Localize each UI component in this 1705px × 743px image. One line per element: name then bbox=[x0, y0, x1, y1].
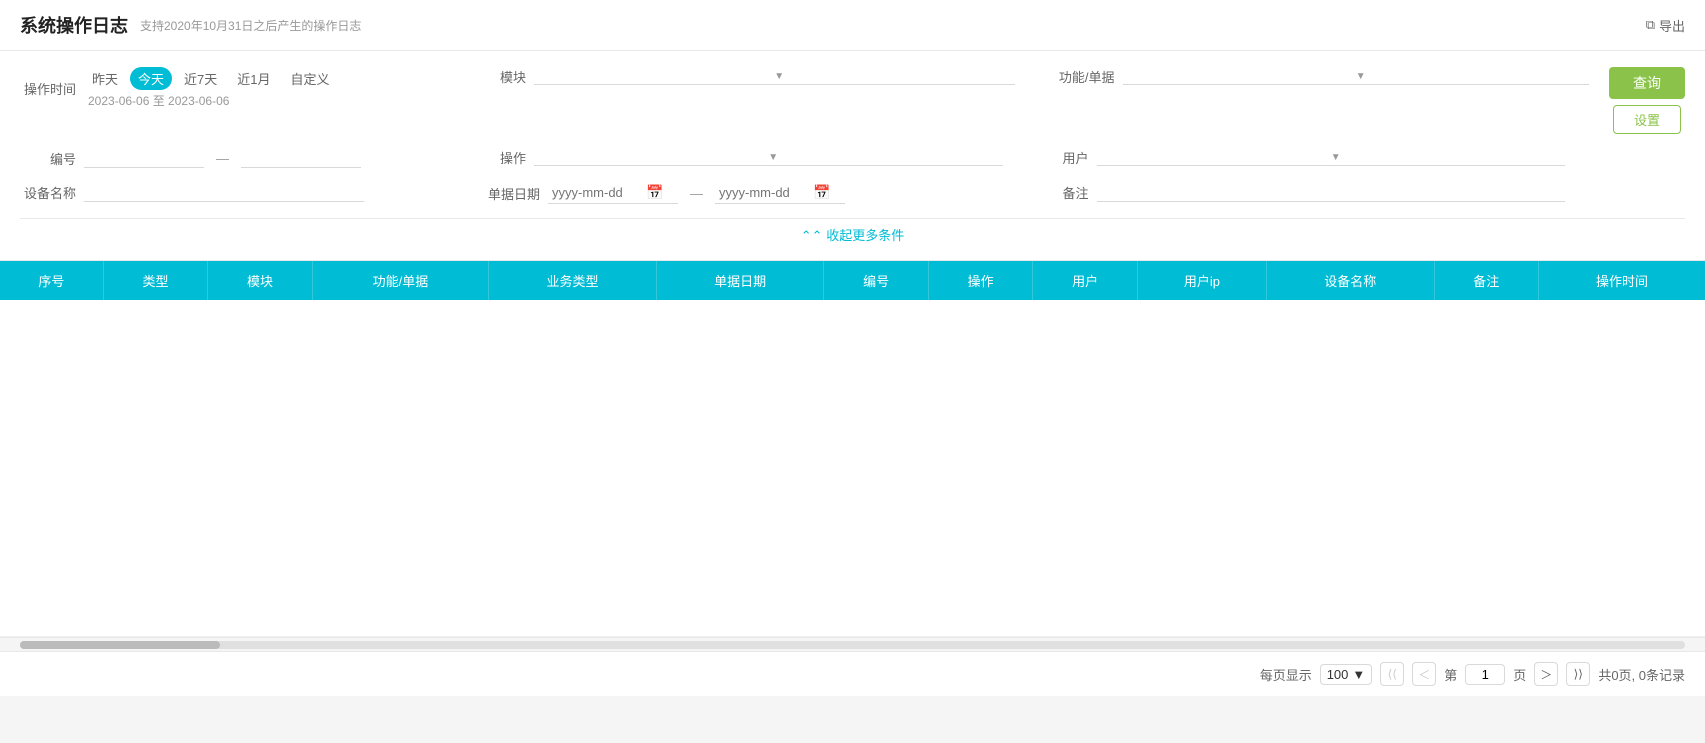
device-label: 设备名称 bbox=[20, 183, 76, 202]
empty-cell bbox=[0, 300, 1705, 637]
module-label: 模块 bbox=[470, 67, 526, 86]
voucher-date-label: 单据日期 bbox=[470, 184, 540, 203]
col-operation: 操作 bbox=[928, 261, 1032, 300]
time-btn-yesterday[interactable]: 昨天 bbox=[84, 67, 126, 90]
col-op-time: 操作时间 bbox=[1539, 261, 1705, 300]
function-label: 功能/单据 bbox=[1045, 67, 1115, 86]
number-label: 编号 bbox=[20, 149, 76, 168]
page-size-value: 100 bbox=[1327, 667, 1349, 682]
operation-dropdown-icon: ▼ bbox=[768, 152, 998, 163]
voucher-date-start-wrap[interactable]: 📅 bbox=[548, 182, 678, 204]
user-dropdown-icon: ▼ bbox=[1331, 152, 1561, 163]
user-filter: 用户 ▼ bbox=[1003, 148, 1566, 167]
table-header: 序号 类型 模块 功能/单据 业务类型 单据日期 编号 操作 用户 用户ip 设… bbox=[0, 261, 1705, 300]
remark-input[interactable] bbox=[1097, 182, 1566, 202]
col-device: 设备名称 bbox=[1266, 261, 1434, 300]
time-buttons: 昨天 今天 近7天 近1月 自定义 bbox=[84, 67, 338, 90]
time-btn-custom[interactable]: 自定义 bbox=[283, 67, 338, 90]
col-remark: 备注 bbox=[1434, 261, 1538, 300]
time-btn-7days[interactable]: 近7天 bbox=[176, 67, 225, 90]
col-user-ip: 用户ip bbox=[1137, 261, 1266, 300]
voucher-date-filter: 单据日期 📅 — 📅 bbox=[440, 182, 1003, 204]
collapse-icon: ⌃⌃ bbox=[801, 228, 823, 243]
time-filter: 操作时间 昨天 今天 近7天 近1月 自定义 2023-06-06 至 2023… bbox=[20, 67, 440, 109]
time-btn-today[interactable]: 今天 bbox=[130, 67, 172, 90]
module-select[interactable]: ▼ bbox=[534, 69, 1015, 85]
export-button[interactable]: ⧉ 导出 bbox=[1646, 16, 1685, 35]
filter-area: 操作时间 昨天 今天 近7天 近1月 自定义 2023-06-06 至 2023… bbox=[0, 51, 1705, 261]
user-select[interactable]: ▼ bbox=[1097, 150, 1566, 166]
number-input-start[interactable] bbox=[84, 148, 204, 168]
page-unit: 页 bbox=[1513, 665, 1526, 684]
time-btn-1month[interactable]: 近1月 bbox=[229, 67, 278, 90]
page-size-dropdown-icon: ▼ bbox=[1352, 667, 1365, 682]
col-user: 用户 bbox=[1033, 261, 1137, 300]
prev-page-button[interactable]: ＜ bbox=[1412, 662, 1436, 686]
operation-label: 操作 bbox=[470, 148, 526, 167]
user-label: 用户 bbox=[1033, 148, 1089, 167]
date-range-text: 2023-06-06 至 2023-06-06 bbox=[88, 92, 338, 109]
number-dash: — bbox=[216, 151, 229, 166]
page-word: 第 bbox=[1444, 665, 1457, 684]
function-filter: 功能/单据 ▼ bbox=[1015, 67, 1590, 86]
scrollbar-thumb[interactable] bbox=[20, 641, 220, 649]
col-module: 模块 bbox=[208, 261, 312, 300]
collapse-label: 收起更多条件 bbox=[826, 228, 904, 243]
filter-row-1: 操作时间 昨天 今天 近7天 近1月 自定义 2023-06-06 至 2023… bbox=[20, 67, 1685, 134]
page-size-select[interactable]: 100 ▼ bbox=[1320, 664, 1373, 685]
page-size-label: 每页显示 bbox=[1260, 665, 1312, 684]
voucher-date-end-input[interactable] bbox=[719, 185, 809, 200]
calendar-end-icon[interactable]: 📅 bbox=[813, 184, 830, 201]
pagination: 每页显示 100 ▼ ⟨⟨ ＜ 第 页 ＞ ⟩⟩ 共0页, 0条记录 bbox=[0, 651, 1705, 696]
page-subtitle: 支持2020年10月31日之后产生的操作日志 bbox=[140, 17, 361, 34]
query-button[interactable]: 查询 bbox=[1609, 67, 1685, 99]
col-biz-type: 业务类型 bbox=[489, 261, 657, 300]
col-type: 类型 bbox=[103, 261, 207, 300]
empty-row bbox=[0, 300, 1705, 637]
table-body bbox=[0, 300, 1705, 637]
device-filter: 设备名称 bbox=[20, 182, 440, 202]
voucher-date-end-wrap[interactable]: 📅 bbox=[715, 182, 845, 204]
filter-row-2: 编号 — 操作 ▼ 用户 ▼ bbox=[20, 148, 1685, 168]
time-label: 操作时间 bbox=[20, 79, 76, 98]
col-number: 编号 bbox=[824, 261, 928, 300]
operation-select[interactable]: ▼ bbox=[534, 150, 1003, 166]
page-header: 系统操作日志 支持2020年10月31日之后产生的操作日志 ⧉ 导出 bbox=[0, 0, 1705, 51]
page-title: 系统操作日志 bbox=[20, 12, 128, 38]
date-separator: — bbox=[690, 186, 703, 201]
function-dropdown-icon: ▼ bbox=[1356, 71, 1585, 82]
settings-button[interactable]: 设置 bbox=[1613, 105, 1681, 134]
module-filter: 模块 ▼ bbox=[440, 67, 1015, 86]
remark-filter: 备注 bbox=[1003, 182, 1566, 202]
number-input-end[interactable] bbox=[241, 148, 361, 168]
collapse-bar[interactable]: ⌃⌃ 收起更多条件 bbox=[20, 218, 1685, 250]
operation-filter: 操作 ▼ bbox=[440, 148, 1003, 167]
action-buttons: 查询 设置 bbox=[1609, 67, 1685, 134]
export-icon: ⧉ bbox=[1646, 17, 1655, 33]
page-number-input[interactable] bbox=[1465, 664, 1505, 685]
col-seq: 序号 bbox=[0, 261, 103, 300]
last-page-button[interactable]: ⟩⟩ bbox=[1566, 662, 1590, 686]
data-table: 序号 类型 模块 功能/单据 业务类型 单据日期 编号 操作 用户 用户ip 设… bbox=[0, 261, 1705, 637]
filter-row-3: 设备名称 单据日期 📅 — 📅 备注 bbox=[20, 182, 1685, 204]
page-total: 共0页, 0条记录 bbox=[1598, 665, 1685, 684]
function-select[interactable]: ▼ bbox=[1123, 69, 1590, 85]
col-voucher-date: 单据日期 bbox=[656, 261, 824, 300]
export-label: 导出 bbox=[1659, 16, 1685, 35]
voucher-date-start-input[interactable] bbox=[552, 185, 642, 200]
scrollbar-area bbox=[0, 637, 1705, 651]
device-input[interactable] bbox=[84, 182, 364, 202]
table-area: 序号 类型 模块 功能/单据 业务类型 单据日期 编号 操作 用户 用户ip 设… bbox=[0, 261, 1705, 637]
remark-label: 备注 bbox=[1033, 183, 1089, 202]
number-filter: 编号 — bbox=[20, 148, 440, 168]
next-page-button[interactable]: ＞ bbox=[1534, 662, 1558, 686]
calendar-start-icon[interactable]: 📅 bbox=[646, 184, 663, 201]
empty-area bbox=[8, 308, 1697, 628]
scrollbar-track[interactable] bbox=[20, 641, 1685, 649]
first-page-button[interactable]: ⟨⟨ bbox=[1380, 662, 1404, 686]
col-function: 功能/单据 bbox=[312, 261, 488, 300]
module-dropdown-icon: ▼ bbox=[774, 71, 1010, 82]
